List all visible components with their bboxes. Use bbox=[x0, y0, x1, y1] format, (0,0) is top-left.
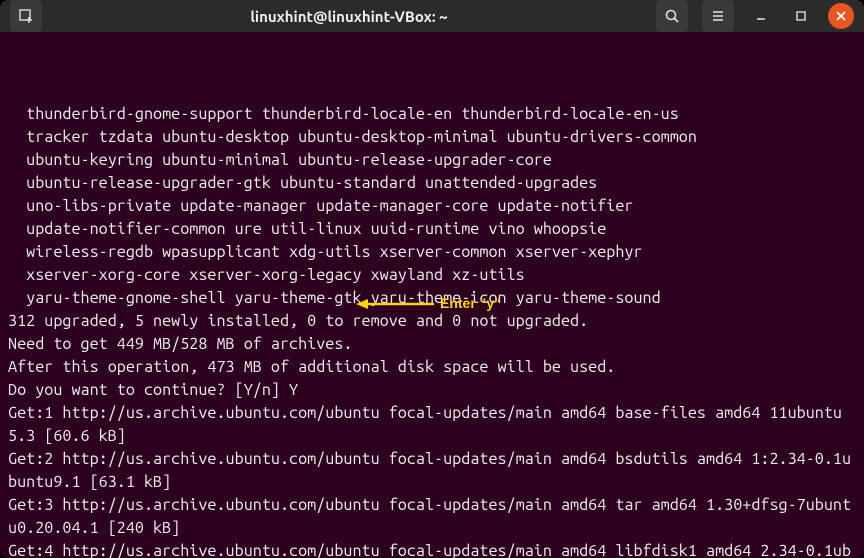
terminal-line: update-notifier-common ure util-linux uu… bbox=[8, 218, 856, 241]
terminal-line: After this operation, 473 MB of addition… bbox=[8, 356, 856, 379]
search-button[interactable] bbox=[656, 0, 688, 32]
titlebar: linuxhint@linuxhint-VBox: ~ bbox=[0, 0, 864, 32]
terminal-line: Get:4 http://us.archive.ubuntu.com/ubunt… bbox=[8, 540, 856, 558]
terminal-line: uno-libs-private update-manager update-m… bbox=[8, 195, 856, 218]
minimize-icon bbox=[754, 9, 768, 23]
terminal-line: thunderbird-gnome-support thunderbird-lo… bbox=[8, 103, 856, 126]
close-icon bbox=[835, 10, 847, 22]
terminal-line: Get:1 http://us.archive.ubuntu.com/ubunt… bbox=[8, 402, 856, 448]
window-title: linuxhint@linuxhint-VBox: ~ bbox=[50, 8, 648, 25]
terminal-line: 312 upgraded, 5 newly installed, 0 to re… bbox=[8, 310, 856, 333]
terminal-line: ubuntu-keyring ubuntu-minimal ubuntu-rel… bbox=[8, 149, 856, 172]
terminal-line: Get:3 http://us.archive.ubuntu.com/ubunt… bbox=[8, 494, 856, 540]
terminal-line: Need to get 449 MB/528 MB of archives. bbox=[8, 333, 856, 356]
terminal-body[interactable]: thunderbird-gnome-support thunderbird-lo… bbox=[0, 32, 864, 558]
terminal-line: tracker tzdata ubuntu-desktop ubuntu-des… bbox=[8, 126, 856, 149]
minimize-button[interactable] bbox=[748, 3, 774, 29]
search-icon bbox=[664, 8, 680, 24]
terminal-line: Do you want to continue? [Y/n] Y bbox=[8, 379, 856, 402]
hamburger-icon bbox=[710, 8, 726, 24]
maximize-icon bbox=[794, 9, 808, 23]
menu-button[interactable] bbox=[702, 0, 734, 32]
new-tab-icon bbox=[18, 8, 34, 24]
terminal-line: yaru-theme-gnome-shell yaru-theme-gtk ya… bbox=[8, 287, 856, 310]
new-tab-button[interactable] bbox=[10, 0, 42, 32]
terminal-line: wireless-regdb wpasupplicant xdg-utils x… bbox=[8, 241, 856, 264]
maximize-button[interactable] bbox=[788, 3, 814, 29]
terminal-line: xserver-xorg-core xserver-xorg-legacy xw… bbox=[8, 264, 856, 287]
close-button[interactable] bbox=[828, 3, 854, 29]
terminal-window: linuxhint@linuxhint-VBox: ~ bbox=[0, 0, 864, 558]
terminal-line: Get:2 http://us.archive.ubuntu.com/ubunt… bbox=[8, 448, 856, 494]
terminal-line: ubuntu-release-upgrader-gtk ubuntu-stand… bbox=[8, 172, 856, 195]
